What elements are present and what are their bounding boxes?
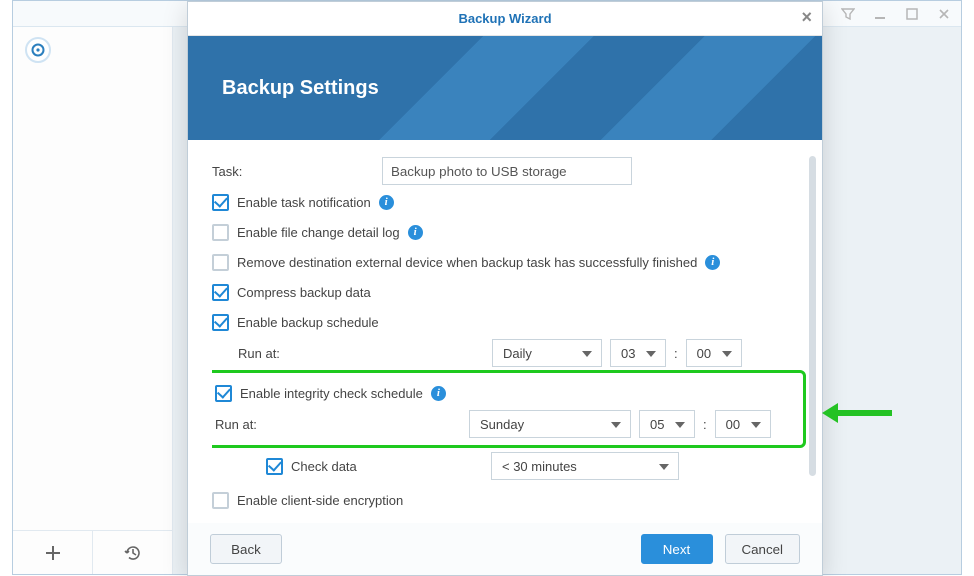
left-rail [13, 27, 173, 574]
file-change-log-row: Enable file change detail log i [212, 218, 806, 246]
scrollbar[interactable] [809, 156, 816, 476]
history-button[interactable] [93, 531, 172, 574]
back-button[interactable]: Back [210, 534, 282, 564]
window-filter-icon[interactable] [841, 7, 855, 21]
integrity-label: Enable integrity check schedule [240, 386, 423, 401]
schedule-row: Enable backup schedule [212, 308, 806, 336]
task-name-input[interactable] [382, 157, 632, 185]
encryption-label: Enable client-side encryption [237, 493, 403, 508]
rail-bottom-toolbar [13, 530, 172, 574]
schedule-frequency-select[interactable]: Daily [492, 339, 602, 367]
schedule-hour-select[interactable]: 03 [610, 339, 666, 367]
integrity-runat-row: Run at: Sunday 05 : 00 [212, 409, 799, 439]
modal-footer: Back Next Cancel [188, 523, 822, 575]
enable-notification-label: Enable task notification [237, 195, 371, 210]
remove-device-checkbox[interactable] [212, 254, 229, 271]
window-close-icon[interactable] [937, 7, 951, 21]
backup-wizard-modal: Backup Wizard × Backup Settings Task: En… [187, 1, 823, 576]
modal-close-icon[interactable]: × [801, 8, 812, 26]
checkdata-label: Check data [291, 459, 483, 474]
integrity-day-select[interactable]: Sunday [469, 410, 631, 438]
enable-notification-row: Enable task notification i [212, 188, 806, 216]
schedule-label: Enable backup schedule [237, 315, 379, 330]
file-change-log-label: Enable file change detail log [237, 225, 400, 240]
time-colon: : [674, 346, 678, 361]
remove-device-row: Remove destination external device when … [212, 248, 806, 276]
info-icon[interactable]: i [431, 386, 446, 401]
encryption-checkbox[interactable] [212, 492, 229, 509]
enable-notification-checkbox[interactable] [212, 194, 229, 211]
schedule-runat-row: Run at: Daily 03 : 00 [212, 338, 806, 368]
compress-row: Compress backup data [212, 278, 806, 306]
encryption-row: Enable client-side encryption [212, 486, 806, 514]
modal-hero-title: Backup Settings [222, 77, 379, 100]
schedule-minute-select[interactable]: 00 [686, 339, 742, 367]
schedule-runat-label: Run at: [238, 346, 492, 361]
modal-body: Task: Enable task notification i Enable … [188, 140, 822, 523]
integrity-highlight-annotation: Enable integrity check schedule i Run at… [212, 370, 806, 448]
add-button[interactable] [13, 531, 93, 574]
remove-device-label: Remove destination external device when … [237, 255, 697, 270]
integrity-row: Enable integrity check schedule i [212, 379, 799, 407]
integrity-checkbox[interactable] [215, 385, 232, 402]
modal-titlebar: Backup Wizard × [188, 2, 822, 36]
task-row: Task: [212, 156, 806, 186]
checkdata-row: Check data < 30 minutes [212, 452, 806, 480]
checkdata-checkbox[interactable] [266, 458, 283, 475]
info-icon[interactable]: i [379, 195, 394, 210]
task-label: Task: [212, 164, 382, 179]
app-logo-icon [25, 37, 51, 63]
content-region: Backup Wizard × Backup Settings Task: En… [173, 27, 961, 574]
next-button[interactable]: Next [641, 534, 713, 564]
modal-hero: Backup Settings [188, 36, 822, 140]
arrow-annotation [822, 405, 892, 421]
schedule-checkbox[interactable] [212, 314, 229, 331]
modal-title-text: Backup Wizard [458, 11, 551, 26]
compress-label: Compress backup data [237, 285, 371, 300]
info-icon[interactable]: i [705, 255, 720, 270]
outer-window: Backup Wizard × Backup Settings Task: En… [12, 0, 962, 575]
integrity-hour-select[interactable]: 05 [639, 410, 695, 438]
window-maximize-icon[interactable] [905, 7, 919, 21]
cancel-button[interactable]: Cancel [725, 534, 801, 564]
checkdata-duration-select[interactable]: < 30 minutes [491, 452, 679, 480]
integrity-runat-label: Run at: [215, 417, 469, 432]
integrity-minute-select[interactable]: 00 [715, 410, 771, 438]
time-colon: : [703, 417, 707, 432]
compress-checkbox[interactable] [212, 284, 229, 301]
window-minimize-icon[interactable] [873, 7, 887, 21]
file-change-log-checkbox[interactable] [212, 224, 229, 241]
info-icon[interactable]: i [408, 225, 423, 240]
